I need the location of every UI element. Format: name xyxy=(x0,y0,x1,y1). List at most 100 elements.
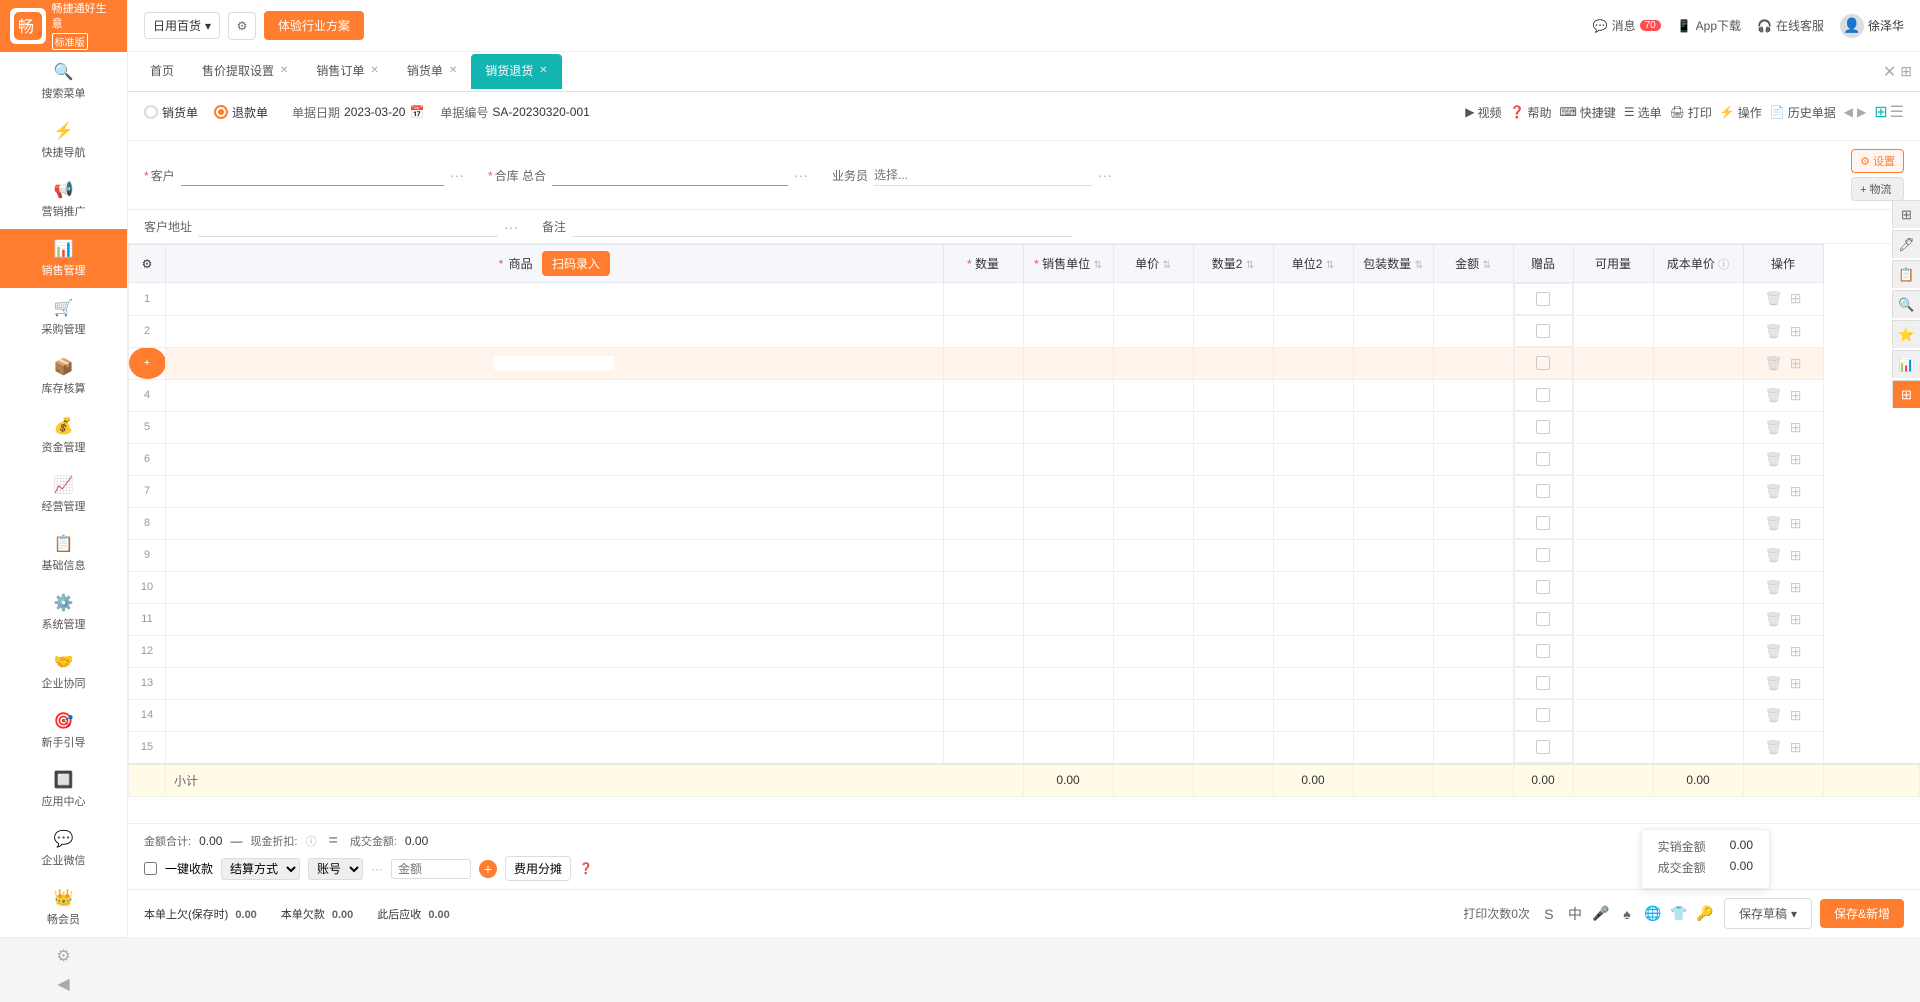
qty2-cell-10[interactable] xyxy=(1193,571,1273,603)
tab-delivery[interactable]: 销货单 ✕ xyxy=(393,54,471,89)
product-input-3[interactable] xyxy=(494,356,614,370)
gift-checkbox-5[interactable] xyxy=(1536,420,1550,434)
gift-cell-14[interactable] xyxy=(1514,699,1573,731)
price-cell-5[interactable] xyxy=(1113,411,1193,443)
copy-row-4[interactable]: ⊞ xyxy=(1790,387,1802,403)
product-cell-2[interactable] xyxy=(166,315,944,347)
available-cell-8[interactable] xyxy=(1573,507,1653,539)
fee-split-button[interactable]: 费用分摊 xyxy=(505,856,571,881)
price-cell-1[interactable] xyxy=(1113,283,1193,316)
product-cell-14[interactable] xyxy=(166,699,944,731)
pkg-qty-cell-5[interactable] xyxy=(1353,411,1433,443)
unit2-cell-9[interactable] xyxy=(1273,539,1353,571)
cost-price-cell-1[interactable] xyxy=(1653,283,1743,316)
price-cell-3[interactable] xyxy=(1113,347,1193,379)
qty2-cell-3[interactable] xyxy=(1193,347,1273,379)
unit-cell-13[interactable] xyxy=(1023,667,1113,699)
add-fee-button[interactable]: + xyxy=(479,860,497,878)
pkg-qty-cell-15[interactable] xyxy=(1353,731,1433,764)
amount-cell-12[interactable] xyxy=(1433,635,1513,667)
unit-cell-5[interactable] xyxy=(1023,411,1113,443)
qty2-cell-1[interactable] xyxy=(1193,283,1273,316)
unit2-cell-14[interactable] xyxy=(1273,699,1353,731)
sidebar-item-basic-info[interactable]: 📋 基础信息 xyxy=(0,524,127,583)
gift-cell-12[interactable] xyxy=(1514,635,1573,667)
gift-checkbox-13[interactable] xyxy=(1536,676,1550,690)
cost-price-cell-5[interactable] xyxy=(1653,411,1743,443)
delete-row-4[interactable]: 🗑 xyxy=(1765,387,1783,403)
available-cell-15[interactable] xyxy=(1573,731,1653,764)
unit-cell-8[interactable] xyxy=(1023,507,1113,539)
amount-cell-3[interactable] xyxy=(1433,347,1513,379)
account-dots[interactable]: ··· xyxy=(371,862,383,876)
available-cell-3[interactable] xyxy=(1573,347,1653,379)
unit-sort-icon[interactable]: ⇅ xyxy=(1094,260,1102,271)
one-click-payment-checkbox[interactable] xyxy=(144,862,157,875)
amount-cell-1[interactable] xyxy=(1433,283,1513,316)
gift-cell-2[interactable] xyxy=(1514,315,1573,347)
price-cell-9[interactable] xyxy=(1113,539,1193,571)
delete-row-10[interactable]: 🗑 xyxy=(1765,579,1783,595)
qty-cell-7[interactable] xyxy=(943,475,1023,507)
unit-cell-14[interactable] xyxy=(1023,699,1113,731)
gift-cell-6[interactable] xyxy=(1514,443,1573,475)
gift-cell-10[interactable] xyxy=(1514,571,1573,603)
copy-row-5[interactable]: ⊞ xyxy=(1790,419,1802,435)
product-cell-8[interactable] xyxy=(166,507,944,539)
product-cell-3[interactable] xyxy=(166,347,944,379)
delete-row-2[interactable]: 🗑 xyxy=(1765,323,1783,339)
unit-cell-2[interactable] xyxy=(1023,315,1113,347)
unit2-cell-5[interactable] xyxy=(1273,411,1353,443)
gift-checkbox-4[interactable] xyxy=(1536,388,1550,402)
unit2-cell-8[interactable] xyxy=(1273,507,1353,539)
qty-cell-10[interactable] xyxy=(943,571,1023,603)
pkg-qty-cell-13[interactable] xyxy=(1353,667,1433,699)
gift-checkbox-10[interactable] xyxy=(1536,580,1550,594)
sidebar-item-operations[interactable]: 📈 经营管理 xyxy=(0,465,127,524)
unit-cell-10[interactable] xyxy=(1023,571,1113,603)
pkg-qty-cell-12[interactable] xyxy=(1353,635,1433,667)
copy-row-1[interactable]: ⊞ xyxy=(1790,290,1802,306)
unit-cell-3[interactable] xyxy=(1023,347,1113,379)
cost-price-cell-3[interactable] xyxy=(1653,347,1743,379)
gift-checkbox-1[interactable] xyxy=(1536,292,1550,306)
copy-row-2[interactable]: ⊞ xyxy=(1790,323,1802,339)
delete-row-3[interactable]: 🗑 xyxy=(1765,355,1783,371)
grid-view-icon[interactable]: ⊞ xyxy=(1874,102,1887,122)
unit-cell-11[interactable] xyxy=(1023,603,1113,635)
customer-input[interactable] xyxy=(181,165,444,186)
product-cell-13[interactable] xyxy=(166,667,944,699)
sidebar-item-inventory[interactable]: 📦 库存核算 xyxy=(0,347,127,406)
sidebar-item-finance[interactable]: 💰 资金管理 xyxy=(0,406,127,465)
calc-method-select[interactable]: 结算方式 xyxy=(221,858,300,880)
float-btn-5[interactable]: ⭐ xyxy=(1892,320,1920,348)
pkg-qty-cell-11[interactable] xyxy=(1353,603,1433,635)
pkg-qty-cell-9[interactable] xyxy=(1353,539,1433,571)
price-cell-11[interactable] xyxy=(1113,603,1193,635)
delete-row-1[interactable]: 🗑 xyxy=(1765,290,1783,306)
cost-price-cell-14[interactable] xyxy=(1653,699,1743,731)
pkg-qty-cell-1[interactable] xyxy=(1353,283,1433,316)
tab-sales-order-close-icon[interactable]: ✕ xyxy=(370,65,378,76)
float-btn-4[interactable]: 🔍 xyxy=(1892,290,1920,318)
operate-btn[interactable]: ⚡ 操作 xyxy=(1720,104,1762,121)
product-cell-9[interactable] xyxy=(166,539,944,571)
amount-cell-14[interactable] xyxy=(1433,699,1513,731)
cost-price-cell-13[interactable] xyxy=(1653,667,1743,699)
unit2-cell-6[interactable] xyxy=(1273,443,1353,475)
cost-price-cell-11[interactable] xyxy=(1653,603,1743,635)
radio-return[interactable]: 退款单 xyxy=(214,104,268,121)
qty-cell-12[interactable] xyxy=(943,635,1023,667)
unit2-cell-11[interactable] xyxy=(1273,603,1353,635)
gift-cell-4[interactable] xyxy=(1514,379,1573,411)
unit-cell-4[interactable] xyxy=(1023,379,1113,411)
qty2-cell-13[interactable] xyxy=(1193,667,1273,699)
cost-price-cell-15[interactable] xyxy=(1653,731,1743,764)
select-btn[interactable]: ☰ 选单 xyxy=(1624,104,1662,121)
pkg-qty-cell-6[interactable] xyxy=(1353,443,1433,475)
sidebar-item-app-center[interactable]: 🔲 应用中心 xyxy=(0,760,127,819)
cost-price-cell-10[interactable] xyxy=(1653,571,1743,603)
copy-row-15[interactable]: ⊞ xyxy=(1790,739,1802,755)
sidebar-item-purchase[interactable]: 🛒 采购管理 xyxy=(0,288,127,347)
product-cell-1[interactable] xyxy=(166,283,944,316)
